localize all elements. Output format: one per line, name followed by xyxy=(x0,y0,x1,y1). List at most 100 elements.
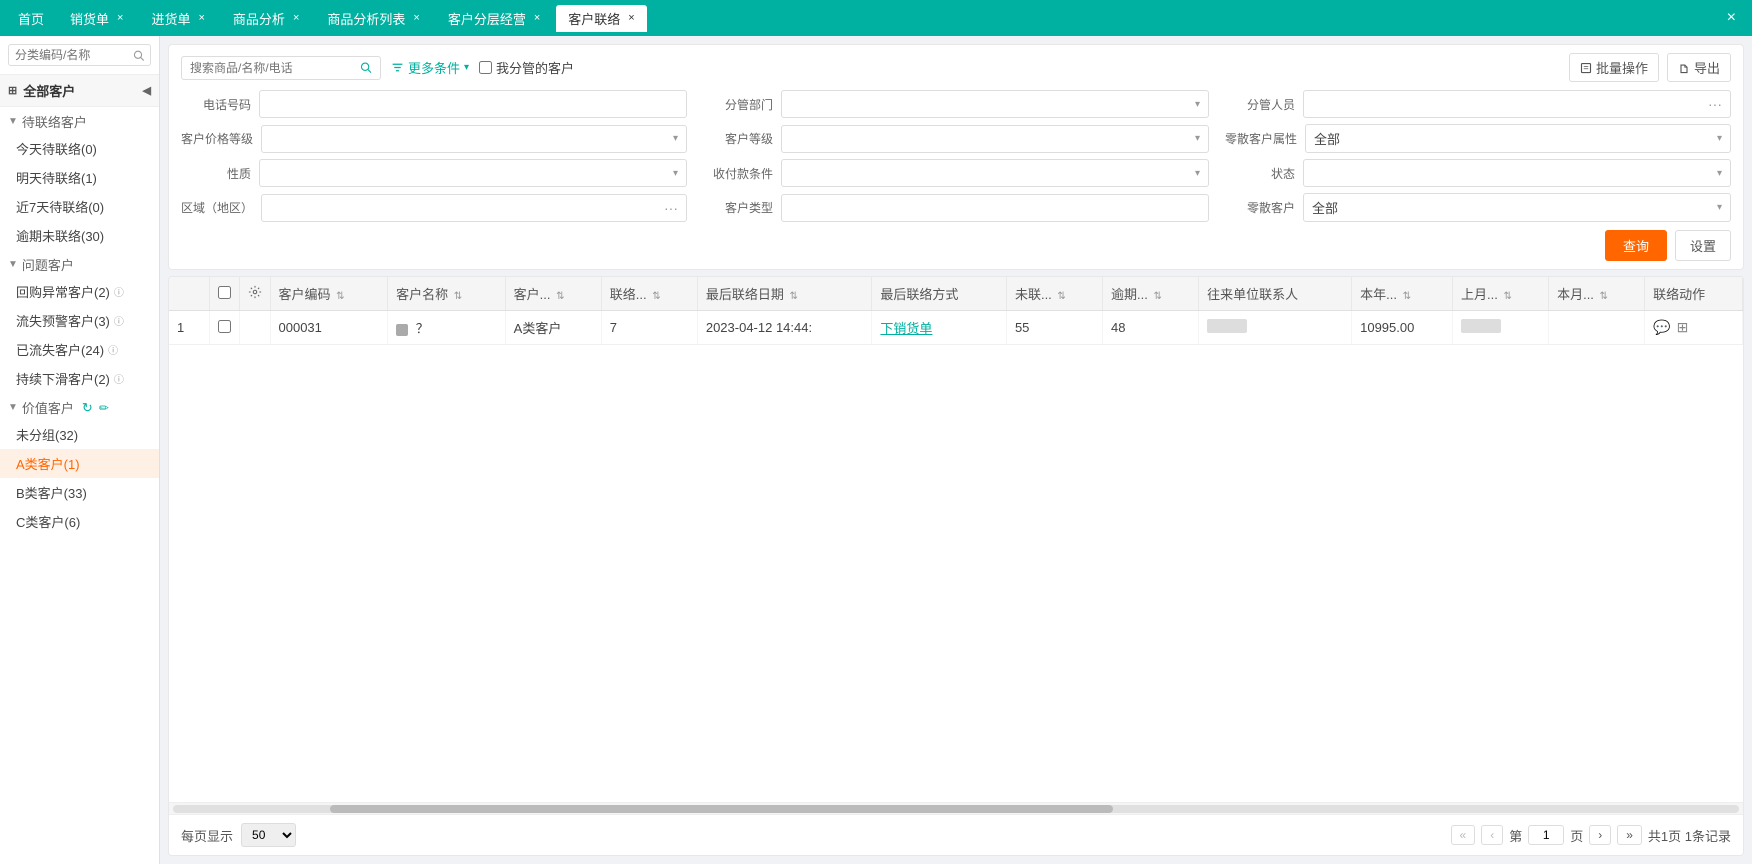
sort-icon-no-contact[interactable]: ⇅ xyxy=(1057,291,1065,302)
filter-retail-attr-select[interactable]: 全部▾ xyxy=(1305,124,1731,153)
filter-nature-select[interactable]: ▾ xyxy=(259,159,687,187)
filter-price-grade-select[interactable]: ▾ xyxy=(261,125,687,153)
filter-region-label: 区域（地区） xyxy=(181,199,253,216)
triangle-icon: ▼ xyxy=(8,116,18,127)
filter-icon xyxy=(391,61,404,74)
sidebar-search-icon xyxy=(133,49,144,62)
qr-icon[interactable]: ⊞ xyxy=(1677,319,1689,336)
filter-person-select[interactable]: ··· xyxy=(1303,90,1731,118)
filter-status-select[interactable]: ▾ xyxy=(1303,159,1731,187)
cell-checkbox[interactable] xyxy=(209,311,239,345)
sort-icon-overdue[interactable]: ⇅ xyxy=(1154,291,1162,302)
filter-customer-type-input[interactable] xyxy=(781,194,1209,222)
sidebar-search-input[interactable] xyxy=(15,48,129,62)
sidebar-item-overdue-contact[interactable]: 逾期未联络(30) xyxy=(0,221,159,250)
filter-dept-select[interactable]: ▾ xyxy=(781,90,1209,118)
batch-icon xyxy=(1580,62,1592,74)
sort-icon-last-month[interactable]: ⇅ xyxy=(1503,291,1511,302)
filter-retail-select[interactable]: 全部▾ xyxy=(1303,193,1731,222)
all-customers-header[interactable]: ⊞ 全部客户 ◀ xyxy=(0,75,159,107)
horizontal-scrollbar[interactable] xyxy=(169,802,1743,814)
scrollbar-thumb[interactable] xyxy=(330,805,1113,813)
query-button[interactable]: 查询 xyxy=(1605,230,1667,261)
nav-tab-purchase[interactable]: 进货单 × xyxy=(139,5,216,32)
sidebar-item-loss-warning[interactable]: 流失预警客户(3) ⓘ xyxy=(0,306,159,335)
sidebar-collapse-icon[interactable]: ◀ xyxy=(143,84,151,97)
comment-icon[interactable]: 💬 xyxy=(1653,319,1670,336)
sidebar-item-repurchase-abnormal[interactable]: 回购异常客户(2) ⓘ xyxy=(0,277,159,306)
filter-search-box[interactable] xyxy=(181,56,381,80)
close-analysis-tab[interactable]: × xyxy=(293,12,299,24)
my-customers-checkbox[interactable] xyxy=(479,61,492,74)
filter-payment-select[interactable]: ▾ xyxy=(781,159,1209,187)
sidebar-item-week-contact[interactable]: 近7天待联络(0) xyxy=(0,192,159,221)
sidebar-search-box[interactable] xyxy=(8,44,151,66)
select-all-checkbox[interactable] xyxy=(218,286,231,299)
window-close-button[interactable]: × xyxy=(1719,7,1744,29)
close-customer-contact-tab[interactable]: × xyxy=(628,12,634,24)
row-checkbox[interactable] xyxy=(218,320,231,333)
batch-operations-btn[interactable]: 批量操作 xyxy=(1569,53,1659,82)
sort-icon-code[interactable]: ⇅ xyxy=(336,291,344,302)
col-index xyxy=(169,277,209,311)
first-page-btn[interactable]: « xyxy=(1451,825,1476,845)
cell-last-method[interactable]: 下销货单 xyxy=(872,311,1007,345)
filter-row-4: 区域（地区） ··· 客户类型 零散客户 全部▾ xyxy=(181,193,1731,222)
cell-no-contact: 55 xyxy=(1006,311,1102,345)
filter-top-row: 更多条件 ▾ 我分管的客户 批量操作 导出 xyxy=(181,53,1731,82)
sidebar-item-b-class[interactable]: B类客户(33) xyxy=(0,478,159,507)
sidebar-item-today-contact[interactable]: 今天待联络(0) xyxy=(0,134,159,163)
sidebar-item-tomorrow-contact[interactable]: 明天待联络(1) xyxy=(0,163,159,192)
filter-region-select[interactable]: ··· xyxy=(261,194,687,222)
last-page-btn[interactable]: » xyxy=(1617,825,1642,845)
nav-tab-analysis-list[interactable]: 商品分析列表 × xyxy=(315,5,431,32)
sidebar-item-c-class[interactable]: C类客户(6) xyxy=(0,507,159,536)
prev-page-btn[interactable]: ‹ xyxy=(1481,825,1503,845)
close-analysis-list-tab[interactable]: × xyxy=(413,12,419,24)
next-page-btn[interactable]: › xyxy=(1589,825,1611,845)
refresh-icon[interactable]: ↻ xyxy=(82,400,93,416)
sidebar-item-lost[interactable]: 已流失客户(24) ⓘ xyxy=(0,335,159,364)
nav-tab-analysis[interactable]: 商品分析 × xyxy=(221,5,311,32)
filter-phone-input[interactable] xyxy=(259,90,687,118)
nav-tab-customer-contact[interactable]: 客户联络 × xyxy=(556,5,646,32)
filter-customer-grade-select[interactable]: ▾ xyxy=(781,125,1209,153)
pagination-bar: 每页显示 50 10 20 100 « ‹ 第 页 › » 共 xyxy=(169,814,1743,855)
filter-retail: 零散客户 全部▾ xyxy=(1225,193,1731,222)
data-table: 客户编码 ⇅ 客户名称 ⇅ 客户... ⇅ 联络... xyxy=(169,277,1743,345)
close-purchase-tab[interactable]: × xyxy=(198,12,204,24)
more-conditions-btn[interactable]: 更多条件 ▾ xyxy=(391,58,469,77)
page-size-select[interactable]: 50 10 20 100 xyxy=(241,823,296,847)
settings-button[interactable]: 设置 xyxy=(1675,230,1731,261)
export-btn[interactable]: 导出 xyxy=(1667,53,1731,82)
nav-tab-customer-seg[interactable]: 客户分层经营 × xyxy=(436,5,552,32)
close-customer-seg-tab[interactable]: × xyxy=(534,12,540,24)
page-label: 第 xyxy=(1509,826,1522,845)
scrollbar-track[interactable] xyxy=(173,805,1739,813)
page-input[interactable] xyxy=(1528,825,1564,845)
sort-icon-name[interactable]: ⇅ xyxy=(454,291,462,302)
gear-icon[interactable] xyxy=(248,285,262,299)
sidebar-item-declining[interactable]: 持续下滑客户(2) ⓘ xyxy=(0,364,159,393)
edit-group-icon[interactable]: ✏ xyxy=(99,401,109,415)
grid-icon: ⊞ xyxy=(8,84,17,97)
nav-home[interactable]: 首页 xyxy=(8,5,54,32)
sort-icon-category[interactable]: ⇅ xyxy=(556,291,564,302)
close-sales-tab[interactable]: × xyxy=(117,12,123,24)
cell-unit-contact xyxy=(1199,311,1352,345)
sidebar-item-a-class[interactable]: A类客户(1) xyxy=(0,449,159,478)
info-icon-1: ⓘ xyxy=(114,284,124,299)
sort-icon-last-date[interactable]: ⇅ xyxy=(789,291,797,302)
col-last-date-header: 最后联络日期 ⇅ xyxy=(697,277,872,311)
cell-index: 1 xyxy=(169,311,209,345)
col-gear-header[interactable] xyxy=(239,277,270,311)
col-checkbox-header[interactable] xyxy=(209,277,239,311)
sort-icon-this-year[interactable]: ⇅ xyxy=(1403,291,1411,302)
sort-icon-this-month[interactable]: ⇅ xyxy=(1600,291,1608,302)
chevron-down-icon: ▾ xyxy=(464,62,469,73)
filter-search-input[interactable] xyxy=(190,61,354,75)
sort-icon-contact[interactable]: ⇅ xyxy=(652,291,660,302)
my-customers-checkbox-row: 我分管的客户 xyxy=(479,58,574,77)
sidebar-item-ungrouped[interactable]: 未分组(32) xyxy=(0,420,159,449)
nav-tab-sales[interactable]: 销货单 × xyxy=(58,5,135,32)
